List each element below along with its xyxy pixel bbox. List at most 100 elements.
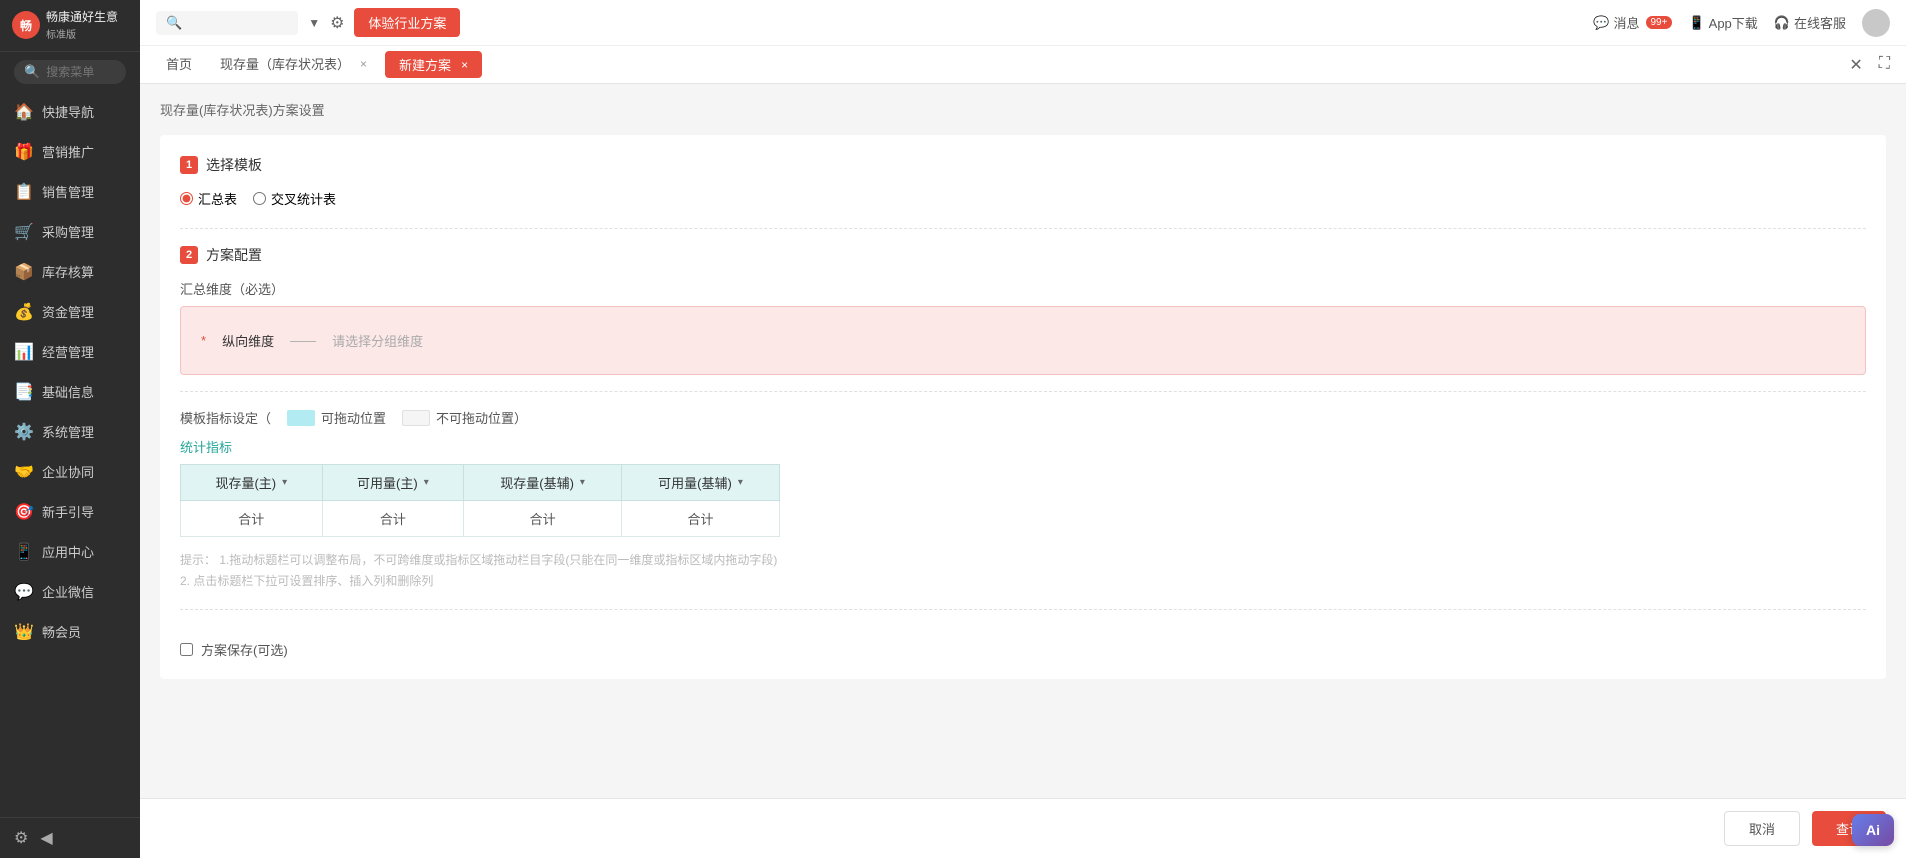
settings-icon[interactable]: ⚙ [14, 828, 28, 848]
sidebar-item-member[interactable]: 👑 畅会员 [0, 612, 140, 652]
tab-inventory-status[interactable]: 现存量（库存状况表） × [206, 46, 381, 83]
legend-fixed: 不可拖动位置） [402, 408, 527, 427]
sidebar-item-finance[interactable]: 💰 资金管理 [0, 292, 140, 332]
section1-header: 1 选择模板 [180, 155, 1866, 175]
message-icon: 💬 [1593, 15, 1609, 31]
headset-icon: 🎧 [1774, 15, 1790, 31]
sidebar-item-shortcuts[interactable]: 🏠 快捷导航 [0, 92, 140, 132]
sidebar-item-appstore[interactable]: 📱 应用中心 [0, 532, 140, 572]
section2-title: 方案配置 [206, 245, 262, 265]
col-header-2[interactable]: 现存量(基辅) ▾ [464, 465, 622, 501]
tab-new-close[interactable]: × [461, 58, 468, 72]
topbar-search-box[interactable]: 🔍 [156, 11, 298, 35]
ai-float-button[interactable]: Ai [1852, 814, 1894, 846]
col-sub-0: 合计 [181, 501, 323, 537]
sidebar-item-basic[interactable]: 📑 基础信息 [0, 372, 140, 412]
topbar-search-icon: 🔍 [166, 15, 182, 31]
sidebar-item-sales[interactable]: 📋 销售管理 [0, 172, 140, 212]
radio-cross[interactable]: 交叉统计表 [253, 189, 336, 208]
collapse-icon[interactable]: ◀ [40, 828, 52, 848]
tab-new-scheme[interactable]: 新建方案 × [385, 51, 482, 78]
cancel-button[interactable]: 取消 [1724, 811, 1800, 846]
operations-icon: 📊 [14, 342, 34, 362]
tab-close-icon[interactable]: ✕ [1845, 55, 1866, 75]
legend-draggable: 可拖动位置 [287, 408, 386, 427]
topbar-dropdown[interactable]: ▼ [308, 16, 320, 30]
finance-icon: 💰 [14, 302, 34, 322]
tabs-controls: ✕ ⛶ [1845, 55, 1894, 75]
sidebar-item-purchase[interactable]: 🛒 采购管理 [0, 212, 140, 252]
sidebar-item-system[interactable]: ⚙️ 系统管理 [0, 412, 140, 452]
sidebar-item-newbie[interactable]: 🎯 新手引导 [0, 492, 140, 532]
settings-card: 1 选择模板 汇总表 交叉统计表 2 [160, 135, 1886, 679]
tab-expand-icon[interactable]: ⛶ [1875, 55, 1894, 75]
radio-cross-label: 交叉统计表 [271, 189, 336, 208]
sidebar-item-contract[interactable]: 🤝 企业协同 [0, 452, 140, 492]
stats-data-row: 合计 合计 合计 合计 [181, 501, 780, 537]
online-service-label: 在线客服 [1794, 13, 1846, 32]
user-avatar[interactable] [1862, 9, 1890, 37]
member-icon: 👑 [14, 622, 34, 642]
sidebar-item-label: 畅会员 [42, 622, 81, 641]
sidebar-nav: 🔍 🏠 快捷导航 🎁 营销推广 📋 销售管理 🛒 采购管理 📦 库存核算 💰 [0, 52, 140, 817]
tab-home[interactable]: 首页 [152, 46, 206, 83]
col-header-1[interactable]: 可用量(主) ▾ [322, 465, 464, 501]
save-checkbox[interactable] [180, 643, 193, 656]
col-label-2: 现存量(基辅) [500, 473, 574, 492]
sidebar-item-inventory[interactable]: 📦 库存核算 [0, 252, 140, 292]
section-config: 2 方案配置 汇总维度（必选） * 纵向维度 —— 请选择分组维度 模板指标设定… [180, 245, 1866, 589]
col-label-3: 可用量(基辅) [658, 473, 732, 492]
sidebar-item-label: 营销推广 [42, 142, 94, 161]
section1-number: 1 [180, 156, 198, 174]
main-area: 🔍 ▼ ⚙ 体验行业方案 💬 消息 99+ 📱 App下载 🎧 在线客服 [140, 0, 1906, 858]
sidebar-item-label: 资金管理 [42, 302, 94, 321]
topbar-search-input[interactable] [188, 16, 288, 30]
sidebar-search-bar[interactable]: 🔍 [14, 60, 126, 84]
col-chevron-3[interactable]: ▾ [738, 477, 743, 488]
sidebar-item-label: 基础信息 [42, 382, 94, 401]
divider-3 [180, 609, 1866, 610]
col-header-0[interactable]: 现存量(主) ▾ [181, 465, 323, 501]
appstore-icon: 📱 [14, 542, 34, 562]
trial-button[interactable]: 体验行业方案 [354, 8, 460, 37]
topbar-left: 🔍 ▼ ⚙ 体验行业方案 [156, 8, 460, 37]
sidebar-item-label: 经营管理 [42, 342, 94, 361]
divider-1 [180, 228, 1866, 229]
save-row: 方案保存(可选) [180, 626, 1866, 659]
radio-cross-input[interactable] [253, 192, 266, 205]
topbar-settings-icon[interactable]: ⚙ [330, 13, 344, 33]
col-chevron-0[interactable]: ▾ [282, 477, 287, 488]
radio-summary[interactable]: 汇总表 [180, 189, 237, 208]
col-chevron-1[interactable]: ▾ [424, 477, 429, 488]
col-header-3[interactable]: 可用量(基辅) ▾ [622, 465, 780, 501]
stats-table: 现存量(主) ▾ 可用量(主) ▾ [180, 464, 780, 537]
sidebar-item-label: 新手引导 [42, 502, 94, 521]
dimension-required-mark: * [201, 333, 206, 348]
sidebar-item-operations[interactable]: 📊 经营管理 [0, 332, 140, 372]
tab-inventory-close[interactable]: × [360, 57, 367, 71]
section2-header: 2 方案配置 [180, 245, 1866, 265]
sidebar-item-label: 企业协同 [42, 462, 94, 481]
shortcuts-icon: 🏠 [14, 102, 34, 122]
dimension-label: 汇总维度（必选） [180, 279, 1866, 298]
sidebar-search-row[interactable]: 🔍 [0, 52, 140, 92]
online-service-button[interactable]: 🎧 在线客服 [1774, 13, 1846, 32]
basic-icon: 📑 [14, 382, 34, 402]
message-label: 消息 [1613, 13, 1639, 32]
sidebar-item-label: 应用中心 [42, 542, 94, 561]
app-edition: 标准版 [46, 26, 118, 41]
save-label: 方案保存(可选) [201, 640, 288, 659]
sidebar: 畅 畅康通好生意 标准版 🔍 🏠 快捷导航 🎁 营销推广 📋 销售管理 🛒 [0, 0, 140, 858]
section2-number: 2 [180, 246, 198, 264]
message-button[interactable]: 💬 消息 99+ [1593, 13, 1672, 32]
tab-home-label: 首页 [166, 54, 192, 73]
dimension-box[interactable]: * 纵向维度 —— 请选择分组维度 [180, 306, 1866, 375]
sidebar-search-input[interactable] [46, 65, 116, 79]
sidebar-item-wechat[interactable]: 💬 企业微信 [0, 572, 140, 612]
col-chevron-2[interactable]: ▾ [580, 477, 585, 488]
radio-summary-input[interactable] [180, 192, 193, 205]
search-icon: 🔍 [24, 64, 40, 80]
sidebar-item-marketing[interactable]: 🎁 营销推广 [0, 132, 140, 172]
legend-draggable-label: 可拖动位置 [321, 408, 386, 427]
app-download-button[interactable]: 📱 App下载 [1688, 13, 1757, 32]
